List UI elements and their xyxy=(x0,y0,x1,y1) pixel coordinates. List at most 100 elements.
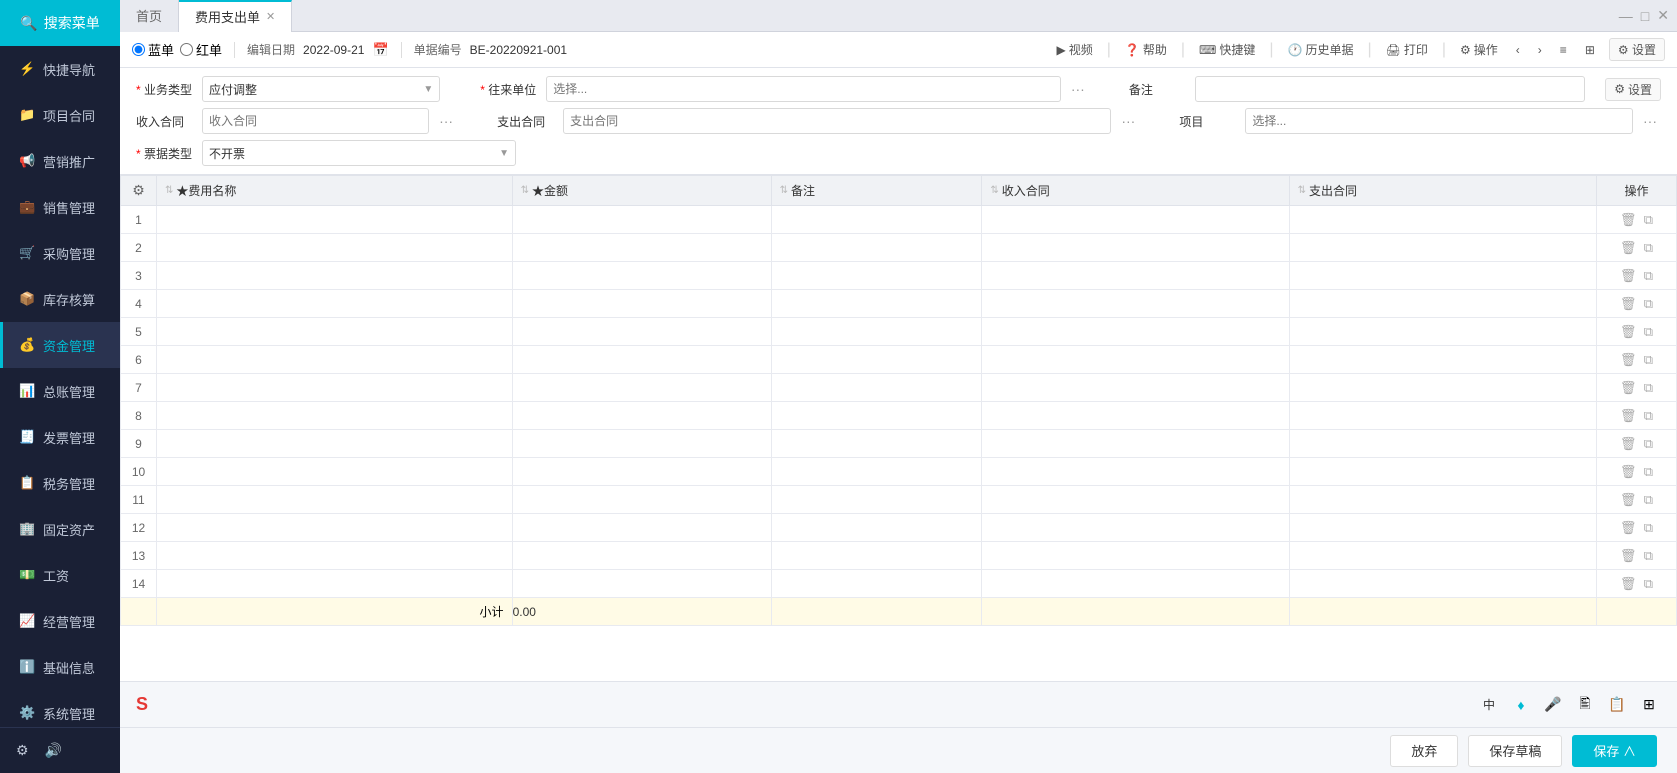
row-income-contract-cell[interactable] xyxy=(982,374,1289,402)
row-delete-icon[interactable]: 🗑 xyxy=(1620,352,1637,367)
row-expense-contract-cell[interactable] xyxy=(1289,514,1596,542)
sidebar-item-payroll[interactable]: 💵 工资 xyxy=(0,552,120,598)
row-income-contract-cell[interactable] xyxy=(982,346,1289,374)
volume-icon[interactable]: 🔊 xyxy=(45,742,62,759)
income-contract-input[interactable] xyxy=(202,108,429,134)
bottom-icon-doc[interactable]: 🖺 xyxy=(1573,693,1597,717)
row-expense-contract-cell[interactable] xyxy=(1289,458,1596,486)
operation-btn[interactable]: ⚙ 操作 xyxy=(1456,39,1502,60)
expense-contract-input[interactable] xyxy=(563,108,1111,134)
row-note-cell[interactable] xyxy=(771,262,982,290)
row-expense-contract-cell[interactable] xyxy=(1289,542,1596,570)
row-note-cell[interactable] xyxy=(771,486,982,514)
sidebar-item-system[interactable]: ⚙️ 系统管理 xyxy=(0,690,120,727)
row-note-cell[interactable] xyxy=(771,234,982,262)
row-income-contract-cell[interactable] xyxy=(982,430,1289,458)
row-expense-contract-cell[interactable] xyxy=(1289,318,1596,346)
sidebar-item-project-contract[interactable]: 📁 项目合同 xyxy=(0,92,120,138)
bottom-icon-clipboard[interactable]: 📋 xyxy=(1605,693,1629,717)
row-amount-cell[interactable] xyxy=(512,206,771,234)
row-income-contract-cell[interactable] xyxy=(982,486,1289,514)
row-amount-cell[interactable] xyxy=(512,458,771,486)
project-more-btn[interactable]: ··· xyxy=(1639,113,1661,129)
row-expense-contract-cell[interactable] xyxy=(1289,402,1596,430)
row-delete-icon[interactable]: 🗑 xyxy=(1620,492,1637,507)
row-amount-cell[interactable] xyxy=(512,570,771,598)
income-contract-more-btn[interactable]: ··· xyxy=(435,113,457,129)
row-name-cell[interactable] xyxy=(157,486,513,514)
row-copy-icon[interactable]: ⧉ xyxy=(1644,408,1653,423)
row-note-cell[interactable] xyxy=(771,570,982,598)
sidebar-item-fixed-assets[interactable]: 🏢 固定资产 xyxy=(0,506,120,552)
sidebar-item-sales[interactable]: 💼 销售管理 xyxy=(0,184,120,230)
row-income-contract-cell[interactable] xyxy=(982,318,1289,346)
row-delete-icon[interactable]: 🗑 xyxy=(1620,324,1637,339)
row-delete-icon[interactable]: 🗑 xyxy=(1620,268,1637,283)
row-delete-icon[interactable]: 🗑 xyxy=(1620,380,1637,395)
row-delete-icon[interactable]: 🗑 xyxy=(1620,212,1637,227)
row-amount-cell[interactable] xyxy=(512,262,771,290)
row-copy-icon[interactable]: ⧉ xyxy=(1644,296,1653,311)
row-income-contract-cell[interactable] xyxy=(982,206,1289,234)
settings-icon[interactable]: ⚙ xyxy=(16,742,29,759)
business-type-select[interactable]: 应付调整 ▼ xyxy=(202,76,440,102)
row-note-cell[interactable] xyxy=(771,318,982,346)
sidebar-item-inventory[interactable]: 📦 库存核算 xyxy=(0,276,120,322)
note-input[interactable] xyxy=(1195,76,1585,102)
col-name-sort-icon[interactable]: ⇅ xyxy=(165,185,173,196)
invoice-type-select[interactable]: 不开票 ▼ xyxy=(202,140,516,166)
row-delete-icon[interactable]: 🗑 xyxy=(1620,520,1637,535)
row-note-cell[interactable] xyxy=(771,402,982,430)
bottom-icon-grid[interactable]: ⊞ xyxy=(1637,693,1661,717)
row-name-cell[interactable] xyxy=(157,262,513,290)
row-name-cell[interactable] xyxy=(157,458,513,486)
row-amount-cell[interactable] xyxy=(512,374,771,402)
row-copy-icon[interactable]: ⧉ xyxy=(1644,436,1653,451)
row-expense-contract-cell[interactable] xyxy=(1289,346,1596,374)
row-name-cell[interactable] xyxy=(157,402,513,430)
col-amount-sort-icon[interactable]: ⇅ xyxy=(521,185,529,196)
row-delete-icon[interactable]: 🗑 xyxy=(1620,408,1637,423)
sidebar-header[interactable]: 🔍 搜索菜单 xyxy=(0,0,120,46)
row-name-cell[interactable] xyxy=(157,346,513,374)
row-copy-icon[interactable]: ⧉ xyxy=(1644,352,1653,367)
row-income-contract-cell[interactable] xyxy=(982,234,1289,262)
row-name-cell[interactable] xyxy=(157,206,513,234)
row-note-cell[interactable] xyxy=(771,514,982,542)
row-copy-icon[interactable]: ⧉ xyxy=(1644,520,1653,535)
col-income-sort-icon[interactable]: ⇅ xyxy=(990,185,998,196)
row-note-cell[interactable] xyxy=(771,542,982,570)
row-name-cell[interactable] xyxy=(157,570,513,598)
row-amount-cell[interactable] xyxy=(512,346,771,374)
help-btn[interactable]: ❓ 帮助 xyxy=(1121,39,1171,60)
form-set-button[interactable]: ⚙ 设置 xyxy=(1605,78,1661,101)
payee-more-btn[interactable]: ··· xyxy=(1067,81,1089,97)
bottom-icon-diamond[interactable]: ♦ xyxy=(1509,693,1533,717)
save-button[interactable]: 保存 ∧ xyxy=(1572,735,1657,767)
row-expense-contract-cell[interactable] xyxy=(1289,430,1596,458)
row-expense-contract-cell[interactable] xyxy=(1289,374,1596,402)
row-income-contract-cell[interactable] xyxy=(982,402,1289,430)
row-income-contract-cell[interactable] xyxy=(982,290,1289,318)
sidebar-item-capital[interactable]: 💰 资金管理 xyxy=(0,322,120,368)
row-amount-cell[interactable] xyxy=(512,234,771,262)
tab-close-icon[interactable]: ✕ xyxy=(266,10,275,23)
row-delete-icon[interactable]: 🗑 xyxy=(1620,240,1637,255)
row-amount-cell[interactable] xyxy=(512,290,771,318)
row-copy-icon[interactable]: ⧉ xyxy=(1644,576,1653,591)
bottom-icon-mic[interactable]: 🎤 xyxy=(1541,693,1565,717)
radio-red[interactable]: 红单 xyxy=(180,40,222,59)
set-button[interactable]: ⚙ 设置 xyxy=(1609,38,1665,61)
payee-input[interactable] xyxy=(546,76,1061,102)
row-copy-icon[interactable]: ⧉ xyxy=(1644,212,1653,227)
expense-contract-more-btn[interactable]: ··· xyxy=(1117,113,1139,129)
print-btn[interactable]: 🖨 打印 xyxy=(1382,39,1432,60)
row-income-contract-cell[interactable] xyxy=(982,262,1289,290)
sidebar-item-quick-nav[interactable]: ⚡ 快捷导航 xyxy=(0,46,120,92)
row-note-cell[interactable] xyxy=(771,374,982,402)
table-gear-icon[interactable]: ⚙ xyxy=(132,182,145,198)
row-copy-icon[interactable]: ⧉ xyxy=(1644,464,1653,479)
row-expense-contract-cell[interactable] xyxy=(1289,486,1596,514)
sidebar-item-invoice[interactable]: 🧾 发票管理 xyxy=(0,414,120,460)
col-note-sort-icon[interactable]: ⇅ xyxy=(780,185,788,196)
